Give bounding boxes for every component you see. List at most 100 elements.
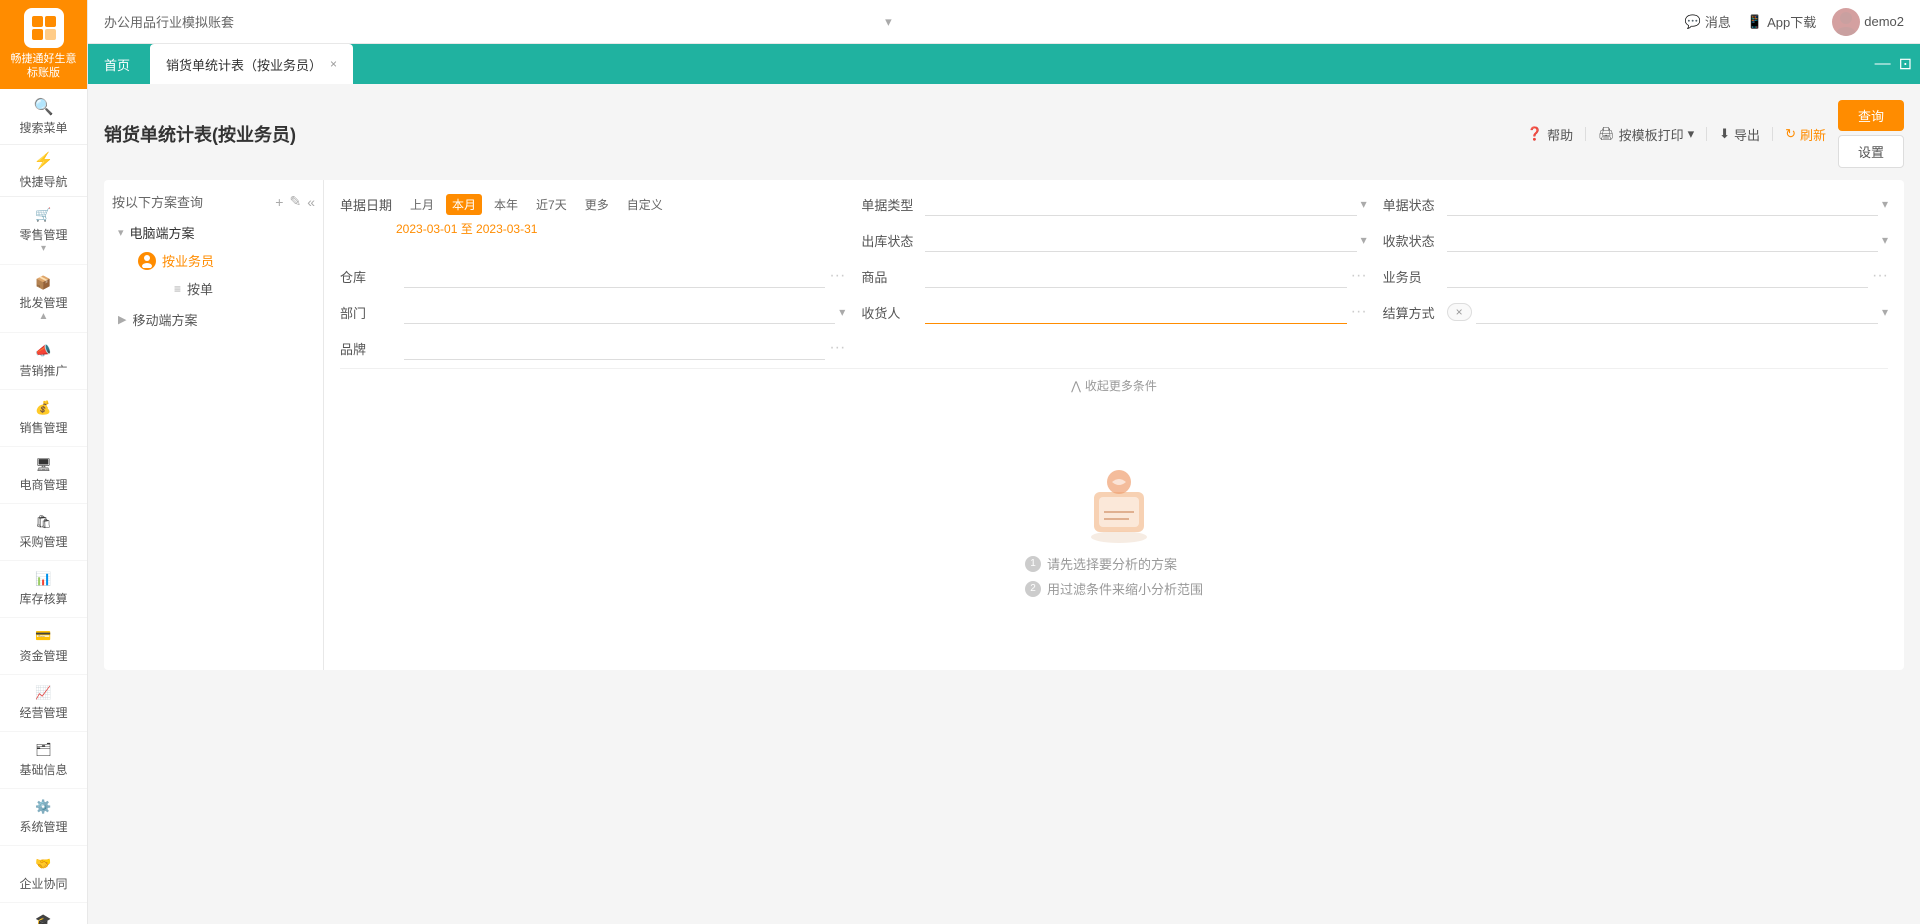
split-layout: 按以下方案查询 + ✎ « ▾ 电脑端方案 bbox=[104, 180, 1904, 670]
scheme-mobile-item[interactable]: ▶ 移动端方案 bbox=[112, 306, 315, 333]
basic-icon: 🗂 bbox=[35, 742, 52, 758]
user-area[interactable]: demo2 bbox=[1832, 8, 1904, 36]
goods-control: ··· bbox=[925, 264, 1366, 288]
date-tab-thisyear[interactable]: 本年 bbox=[488, 194, 524, 215]
sidebar-item-operation[interactable]: 📈 经营管理 bbox=[0, 675, 87, 732]
main-area: 办公用品行业模拟账套 ▾ 💬 消息 📱 App下载 demo2 首页 销货单统计… bbox=[88, 0, 1920, 924]
receiver-label: 收货人 bbox=[861, 303, 917, 322]
dept-input[interactable] bbox=[404, 300, 835, 324]
help-icon: ❓ bbox=[1527, 126, 1543, 142]
sidebar-item-wholesale[interactable]: 📦 批发管理 ▲ bbox=[0, 265, 87, 333]
scheme-mobile-arrow: ▶ bbox=[118, 313, 126, 326]
scheme-edit-icon[interactable]: ✎ bbox=[289, 193, 301, 210]
scheme-collapse-icon[interactable]: « bbox=[307, 194, 315, 210]
quick-nav-area[interactable]: ⚡ 快捷导航 bbox=[0, 145, 87, 197]
tip-text-2: 用过滤条件来缩小分析范围 bbox=[1047, 579, 1203, 598]
warehouse-control: ··· bbox=[404, 264, 845, 288]
salesperson-dots[interactable]: ··· bbox=[1872, 267, 1888, 285]
finance-icon: 💳 bbox=[35, 628, 51, 644]
export-btn[interactable]: ⬇ 导出 bbox=[1719, 125, 1760, 144]
message-btn[interactable]: 💬 消息 bbox=[1685, 12, 1731, 31]
help-btn[interactable]: ❓ 帮助 bbox=[1527, 125, 1573, 144]
brand-input[interactable] bbox=[404, 336, 825, 360]
scheme-add-icon[interactable]: + bbox=[275, 194, 283, 210]
settle-control: × ▾ bbox=[1447, 300, 1888, 324]
sidebar-item-finance[interactable]: 💳 资金管理 bbox=[0, 618, 87, 675]
sidebar-item-ecom[interactable]: 🖥 电商管理 bbox=[0, 447, 87, 504]
purchase-icon: 🛍 bbox=[35, 514, 52, 530]
order-status-input[interactable] bbox=[1447, 192, 1878, 216]
topbar-dropdown-icon[interactable]: ▾ bbox=[885, 14, 892, 30]
sidebar-search-area[interactable]: 🔍 搜索菜单 bbox=[0, 89, 87, 145]
refresh-icon: ↻ bbox=[1785, 126, 1796, 142]
settle-input[interactable] bbox=[1476, 300, 1878, 324]
sidebar-item-inventory[interactable]: 📊 库存核算 bbox=[0, 561, 87, 618]
empty-illustration bbox=[1074, 462, 1154, 542]
sidebar-item-sales[interactable]: 💰 销售管理 bbox=[0, 390, 87, 447]
scheme-by-staff-item[interactable]: 按业务员 bbox=[132, 246, 315, 275]
refresh-btn[interactable]: ↻ 刷新 bbox=[1785, 125, 1826, 144]
order-status-arrow[interactable]: ▾ bbox=[1882, 197, 1888, 211]
scheme-pc-item[interactable]: ▾ 电脑端方案 bbox=[112, 219, 315, 246]
sidebar-item-retail[interactable]: 🛒 零售管理 ▾ bbox=[0, 197, 87, 265]
tab-actions: — ⊡ bbox=[1875, 54, 1920, 74]
topbar-icons: 💬 消息 📱 App下载 demo2 bbox=[1685, 8, 1904, 36]
inventory-icon: 📊 bbox=[35, 571, 51, 587]
date-tab-more[interactable]: 更多 bbox=[579, 194, 615, 215]
out-status-arrow[interactable]: ▾ bbox=[1361, 233, 1367, 247]
sidebar-item-newbie[interactable]: 🎓 新手引导 bbox=[0, 903, 87, 924]
receipt-status-input[interactable] bbox=[1447, 228, 1878, 252]
receiver-dots[interactable]: ··· bbox=[1351, 303, 1367, 321]
goods-dots[interactable]: ··· bbox=[1351, 267, 1367, 285]
filter-brand-row: 品牌 ··· bbox=[340, 336, 845, 360]
tip-num-1: 1 bbox=[1025, 556, 1041, 572]
tab-close-btn[interactable]: × bbox=[330, 57, 337, 71]
search-icon: 🔍 bbox=[34, 97, 54, 117]
receipt-status-arrow[interactable]: ▾ bbox=[1882, 233, 1888, 247]
order-type-arrow[interactable]: ▾ bbox=[1361, 197, 1367, 211]
salesperson-input[interactable] bbox=[1447, 264, 1868, 288]
page-content: 销货单统计表(按业务员) ❓ 帮助 🖨 按模板打印 ▾ ⬇ 导出 bbox=[88, 84, 1920, 924]
date-range-display: 2023-03-01 至 2023-03-31 bbox=[340, 220, 845, 252]
warehouse-dots[interactable]: ··· bbox=[829, 267, 845, 285]
tab-restore-btn[interactable]: ⊡ bbox=[1899, 54, 1912, 74]
logo-area[interactable]: 畅捷通好生意 标账版 bbox=[0, 0, 87, 89]
sidebar-item-purchase[interactable]: 🛍 采购管理 bbox=[0, 504, 87, 561]
nav-icon: ⚡ bbox=[34, 151, 54, 171]
tab-active[interactable]: 销货单统计表（按业务员） × bbox=[150, 44, 353, 84]
settle-arrow[interactable]: ▾ bbox=[1882, 305, 1888, 319]
order-type-input[interactable] bbox=[925, 192, 1356, 216]
tab-home[interactable]: 首页 bbox=[88, 44, 146, 84]
marketing-icon: 📣 bbox=[35, 343, 51, 359]
sidebar-item-basic[interactable]: 🗂 基础信息 bbox=[0, 732, 87, 789]
set-button[interactable]: 设置 bbox=[1838, 135, 1904, 168]
date-tab-lastmonth[interactable]: 上月 bbox=[404, 194, 440, 215]
date-tab-custom[interactable]: 自定义 bbox=[621, 194, 669, 215]
sidebar-item-system[interactable]: ⚙️ 系统管理 bbox=[0, 789, 87, 846]
print-btn[interactable]: 🖨 按模板打印 ▾ bbox=[1598, 125, 1694, 144]
goods-input[interactable] bbox=[925, 264, 1346, 288]
app-download-btn[interactable]: 📱 App下载 bbox=[1747, 12, 1816, 31]
scheme-by-order-item[interactable]: ≡ 按单 bbox=[168, 275, 315, 302]
out-status-input[interactable] bbox=[925, 228, 1356, 252]
filter-order-type-row: 单据类型 ▾ bbox=[861, 192, 1366, 216]
topbar: 办公用品行业模拟账套 ▾ 💬 消息 📱 App下载 demo2 bbox=[88, 0, 1920, 44]
date-control: 上月 本月 本年 近7天 更多 自定义 bbox=[404, 194, 845, 215]
empty-state: 1 请先选择要分析的方案 2 用过滤条件来缩小分析范围 bbox=[340, 402, 1888, 658]
print-dropdown-icon: ▾ bbox=[1688, 126, 1695, 142]
warehouse-input[interactable] bbox=[404, 264, 825, 288]
tab-minimize-btn[interactable]: — bbox=[1875, 55, 1891, 73]
settle-tag-close[interactable]: × bbox=[1456, 305, 1463, 319]
main-panel: 按以下方案查询 + ✎ « ▾ 电脑端方案 bbox=[104, 180, 1904, 670]
sidebar-item-corp[interactable]: 🤝 企业协同 bbox=[0, 846, 87, 903]
brand-dots[interactable]: ··· bbox=[829, 339, 845, 357]
receiver-input[interactable] bbox=[925, 300, 1346, 324]
order-status-control: ▾ bbox=[1447, 192, 1888, 216]
date-tab-7days[interactable]: 近7天 bbox=[530, 194, 573, 215]
sidebar-item-marketing[interactable]: 📣 营销推广 bbox=[0, 333, 87, 390]
query-button[interactable]: 查询 bbox=[1838, 100, 1904, 131]
dept-arrow[interactable]: ▾ bbox=[839, 305, 845, 319]
date-tab-thismonth[interactable]: 本月 bbox=[446, 194, 482, 215]
collapse-btn[interactable]: ⋀ 收起更多条件 bbox=[1071, 377, 1157, 394]
empty-tip-2: 2 用过滤条件来缩小分析范围 bbox=[1025, 579, 1203, 598]
